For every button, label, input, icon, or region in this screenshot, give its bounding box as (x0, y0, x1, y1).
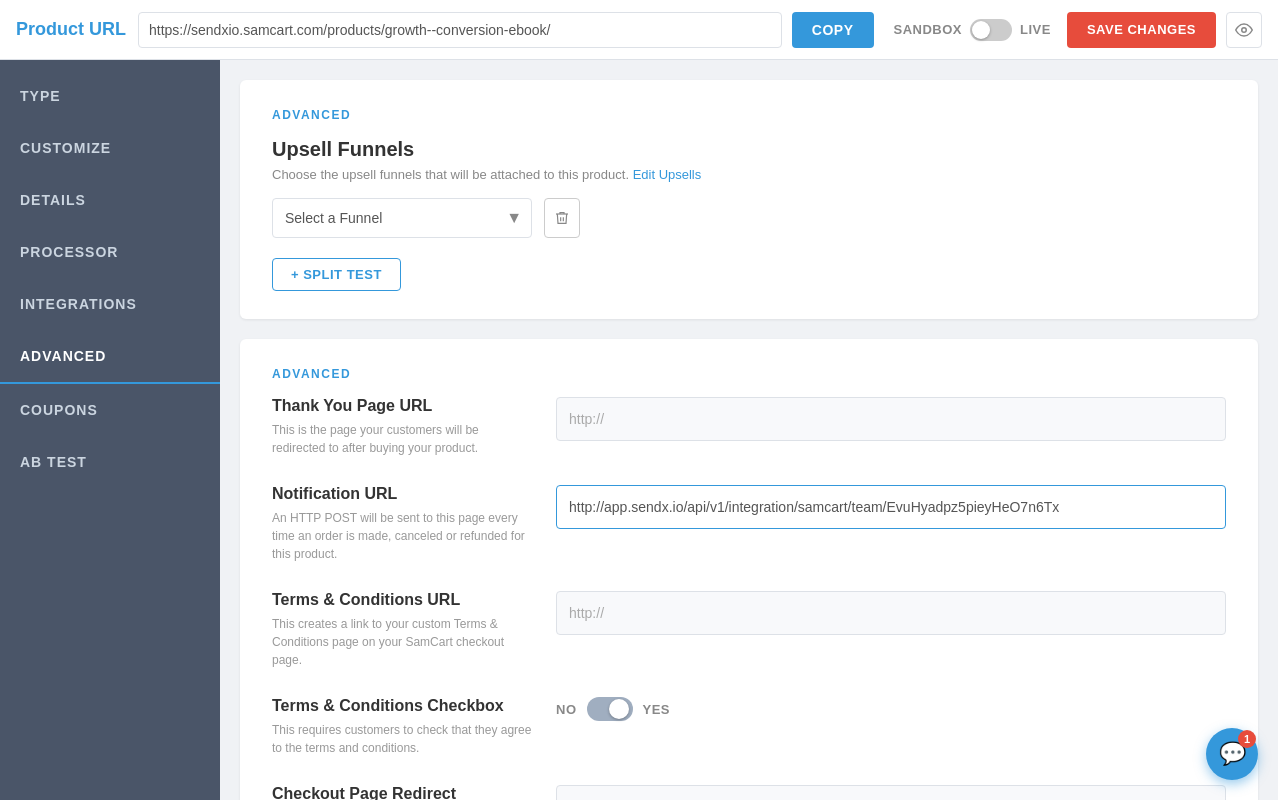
thank-you-desc: This is the page your customers will be … (272, 421, 532, 457)
funnel-select[interactable]: Select a Funnel (272, 198, 532, 238)
thank-you-input[interactable] (556, 397, 1226, 441)
save-changes-button[interactable]: SAVE CHANGES (1067, 12, 1216, 48)
toggle-yes-label: YES (643, 702, 671, 717)
notification-input[interactable] (556, 485, 1226, 529)
upsell-card: ADVANCED Upsell Funnels Choose the upsel… (240, 80, 1258, 319)
terms-checkbox-desc: This requires customers to check that th… (272, 721, 532, 757)
terms-checkbox-row: Terms & Conditions Checkbox This require… (272, 697, 1226, 757)
terms-toggle[interactable] (587, 697, 633, 721)
main-layout: TYPE CUSTOMIZE DETAILS PROCESSOR INTEGRA… (0, 60, 1278, 800)
url-input[interactable] (138, 12, 782, 48)
upsell-section-title: ADVANCED (272, 108, 1226, 122)
advanced-card: ADVANCED Thank You Page URL This is the … (240, 339, 1258, 800)
sidebar-item-details[interactable]: DETAILS (0, 174, 220, 226)
top-bar: Product URL COPY SANDBOX LIVE SAVE CHANG… (0, 0, 1278, 60)
terms-checkbox-label-col: Terms & Conditions Checkbox This require… (272, 697, 532, 757)
eye-icon (1235, 21, 1253, 39)
toggle-thumb (972, 21, 990, 39)
sandbox-live-switch[interactable] (970, 19, 1012, 41)
checkout-redirect-row: Checkout Page Redirect If entered, visit… (272, 785, 1226, 800)
notification-label: Notification URL (272, 485, 532, 503)
preview-button[interactable] (1226, 12, 1262, 48)
terms-toggle-thumb (609, 699, 629, 719)
sidebar-item-type[interactable]: TYPE (0, 70, 220, 122)
advanced-section-title: ADVANCED (272, 367, 1226, 381)
notification-desc: An HTTP POST will be sent to this page e… (272, 509, 532, 563)
sidebar-item-ab-test[interactable]: AB TEST (0, 436, 220, 488)
thank-you-row: Thank You Page URL This is the page your… (272, 397, 1226, 457)
terms-checkbox-label: Terms & Conditions Checkbox (272, 697, 532, 715)
terms-url-row: Terms & Conditions URL This creates a li… (272, 591, 1226, 669)
product-url-label: Product URL (16, 19, 126, 40)
terms-url-label-col: Terms & Conditions URL This creates a li… (272, 591, 532, 669)
sidebar-item-processor[interactable]: PROCESSOR (0, 226, 220, 278)
checkout-redirect-input[interactable] (556, 785, 1226, 800)
chat-badge: 1 (1238, 730, 1256, 748)
checkout-redirect-label-col: Checkout Page Redirect If entered, visit… (272, 785, 532, 800)
notification-label-col: Notification URL An HTTP POST will be se… (272, 485, 532, 563)
thank-you-label-col: Thank You Page URL This is the page your… (272, 397, 532, 457)
sandbox-label: SANDBOX (894, 22, 963, 37)
thank-you-label: Thank You Page URL (272, 397, 532, 415)
notification-row: Notification URL An HTTP POST will be se… (272, 485, 1226, 563)
edit-upsells-link[interactable]: Edit Upsells (633, 167, 702, 182)
funnel-row: Select a Funnel ▼ (272, 198, 1226, 238)
delete-funnel-button[interactable] (544, 198, 580, 238)
sidebar-item-advanced[interactable]: ADVANCED (0, 330, 220, 384)
sidebar-item-coupons[interactable]: COUPONS (0, 384, 220, 436)
toggle-no-label: NO (556, 702, 577, 717)
terms-toggle-wrap: NO YES (556, 697, 670, 721)
sidebar-item-customize[interactable]: CUSTOMIZE (0, 122, 220, 174)
copy-button[interactable]: COPY (792, 12, 874, 48)
terms-url-desc: This creates a link to your custom Terms… (272, 615, 532, 669)
upsell-desc: Choose the upsell funnels that will be a… (272, 167, 1226, 182)
chat-bubble[interactable]: 💬 1 (1206, 728, 1258, 780)
checkout-redirect-label: Checkout Page Redirect (272, 785, 532, 800)
content-area: ADVANCED Upsell Funnels Choose the upsel… (220, 60, 1278, 800)
live-label: LIVE (1020, 22, 1051, 37)
sidebar-item-integrations[interactable]: INTEGRATIONS (0, 278, 220, 330)
split-test-button[interactable]: + SPLIT TEST (272, 258, 401, 291)
upsell-heading: Upsell Funnels (272, 138, 1226, 161)
sandbox-live-toggle: SANDBOX LIVE (894, 19, 1051, 41)
terms-url-label: Terms & Conditions URL (272, 591, 532, 609)
terms-url-input[interactable] (556, 591, 1226, 635)
funnel-select-wrapper: Select a Funnel ▼ (272, 198, 532, 238)
sidebar: TYPE CUSTOMIZE DETAILS PROCESSOR INTEGRA… (0, 60, 220, 800)
trash-icon (554, 209, 570, 227)
svg-point-0 (1242, 27, 1247, 32)
